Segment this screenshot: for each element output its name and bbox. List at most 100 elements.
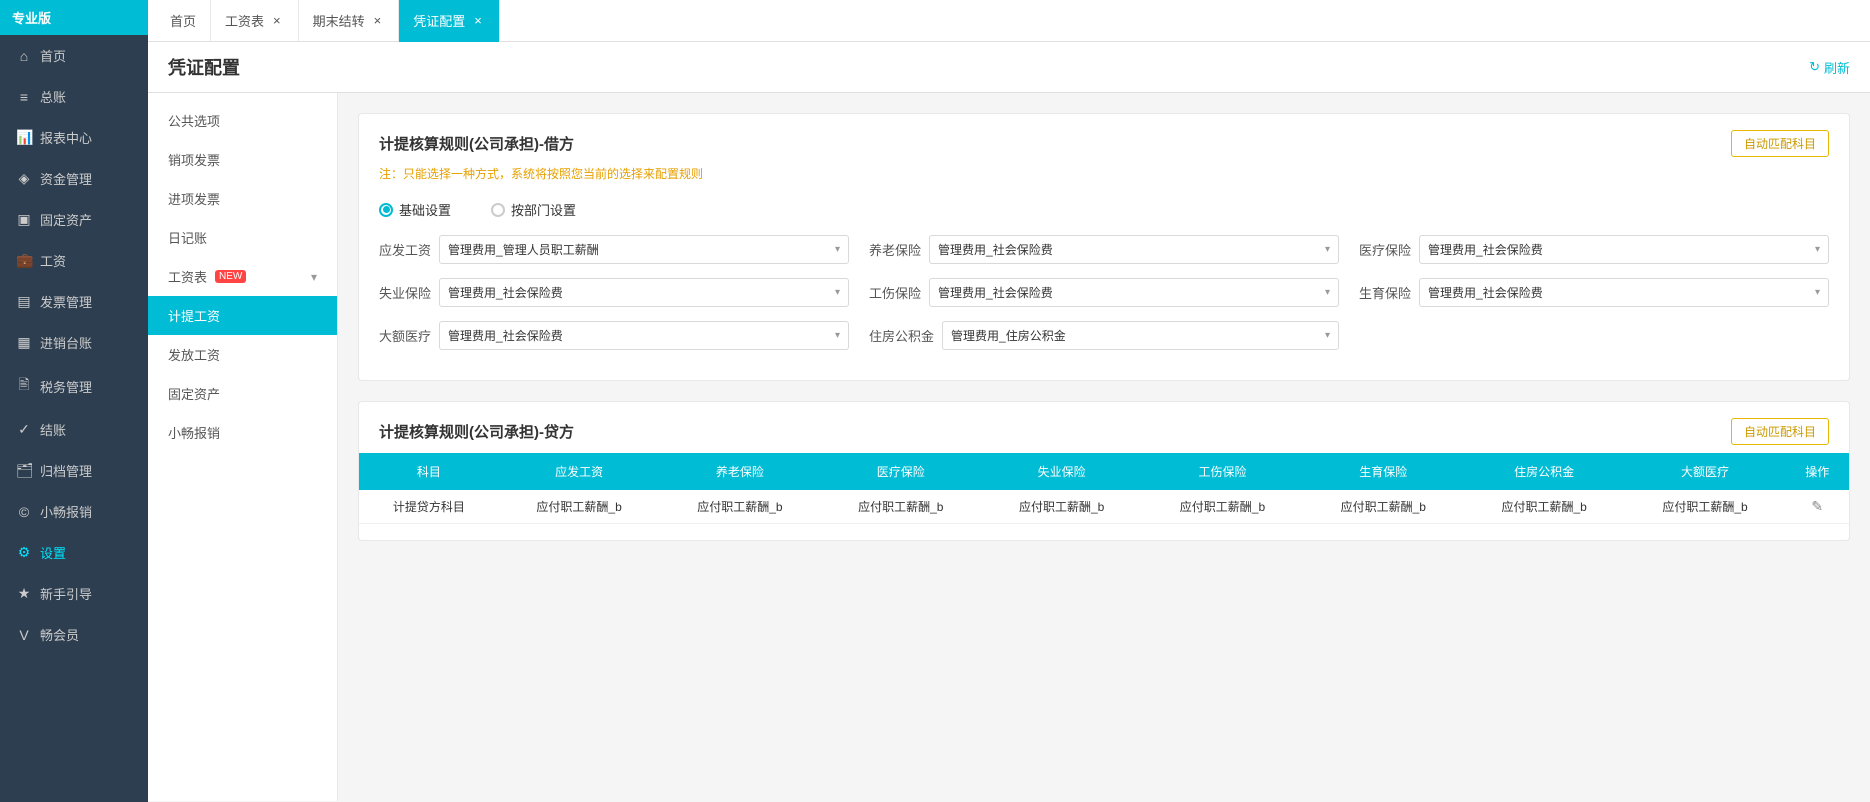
cell-medical: 应付职工薪酬_b [820, 490, 981, 524]
unemployment-select[interactable]: 管理费用_社会保险费 ▾ [439, 278, 849, 307]
sidebar-item-settings[interactable]: ⚙ 设置 [0, 532, 148, 573]
sidebar-item-label: 税务管理 [40, 377, 92, 396]
col-header-action: 操作 [1785, 453, 1849, 490]
unemployment-select-value: 管理费用_社会保险费 [448, 284, 563, 301]
tab-payroll[interactable]: 工资表 × [211, 0, 299, 42]
cell-subject: 计提贷方科目 [359, 490, 499, 524]
field-unemployment: 失业保险 管理费用_社会保险费 ▾ [379, 278, 849, 307]
medical-select-arrow: ▾ [1815, 244, 1820, 255]
sidebar-item-guide[interactable]: ★ 新手引导 [0, 573, 148, 614]
credit-table-wrapper: 科目 应发工资 养老保险 医疗保险 失业保险 工伤保险 生育保险 住房公积金 大… [359, 453, 1849, 540]
tab-voucher-close[interactable]: × [471, 12, 485, 29]
tab-voucher[interactable]: 凭证配置 × [399, 0, 500, 42]
sidebar-item-fixed[interactable]: ▣ 固定资产 [0, 199, 148, 240]
col-header-maternity: 生育保险 [1303, 453, 1464, 490]
salary-select-arrow: ▾ [835, 244, 840, 255]
sidebar-item-report[interactable]: 📊 报表中心 [0, 117, 148, 158]
sidebar-item-fund[interactable]: ◈ 资金管理 [0, 158, 148, 199]
housing-select[interactable]: 管理费用_住房公积金 ▾ [942, 321, 1339, 350]
sidebar-item-settle[interactable]: ✓ 结账 [0, 409, 148, 450]
sidebar-item-label: 首页 [40, 46, 66, 65]
col-header-unemployment: 失业保险 [981, 453, 1142, 490]
leftnav-calc-salary[interactable]: 计提工资 [148, 296, 337, 335]
cell-pension: 应付职工薪酬_b [660, 490, 821, 524]
tab-payroll-close[interactable]: × [270, 12, 284, 29]
radio-dept[interactable]: 按部门设置 [491, 200, 576, 219]
pension-select[interactable]: 管理费用_社会保险费 ▾ [929, 235, 1339, 264]
tab-home[interactable]: 首页 [156, 0, 211, 42]
debit-section-title: 计提核算规则(公司承担)-借方 [379, 133, 574, 154]
unemployment-label: 失业保险 [379, 283, 431, 302]
sidebar-item-home[interactable]: ⌂ 首页 [0, 35, 148, 76]
leftnav-fixed-assets[interactable]: 固定资产 [148, 374, 337, 413]
content-layout: 公共选项 销项发票 进项发票 日记账 工资表 NEW ▾ 计提工资 发放工资 [148, 93, 1870, 801]
sales-icon: ▦ [16, 334, 32, 351]
sidebar-item-invoice[interactable]: ▤ 发票管理 [0, 281, 148, 322]
radio-group: 基础设置 按部门设置 [359, 192, 1849, 235]
leftnav-journal-label: 日记账 [168, 228, 207, 247]
maternity-select[interactable]: 管理费用_社会保险费 ▾ [1419, 278, 1829, 307]
pension-select-arrow: ▾ [1325, 244, 1330, 255]
refresh-button[interactable]: ↻ 刷新 [1809, 58, 1850, 77]
edit-icon[interactable]: ✎ [1811, 498, 1823, 514]
sidebar-item-salary[interactable]: 💼 工资 [0, 240, 148, 281]
field-pension: 养老保险 管理费用_社会保险费 ▾ [869, 235, 1339, 264]
injury-select[interactable]: 管理费用_社会保险费 ▾ [929, 278, 1339, 307]
sidebar-item-label: 新手引导 [40, 584, 92, 603]
housing-select-value: 管理费用_住房公积金 [951, 327, 1066, 344]
unemployment-select-arrow: ▾ [835, 287, 840, 298]
cell-action[interactable]: ✎ [1785, 490, 1849, 524]
main-area: 首页 工资表 × 期末结转 × 凭证配置 × 凭证配置 ↻ 刷新 公共选项 [148, 0, 1870, 802]
cell-large-medical: 应付职工薪酬_b [1625, 490, 1786, 524]
col-header-housing: 住房公积金 [1464, 453, 1625, 490]
guide-icon: ★ [16, 585, 32, 602]
credit-auto-match-button[interactable]: 自动匹配科目 [1731, 418, 1829, 445]
radio-basic[interactable]: 基础设置 [379, 200, 451, 219]
sidebar-item-xiaochang[interactable]: © 小畅报销 [0, 491, 148, 532]
leftnav-public[interactable]: 公共选项 [148, 101, 337, 140]
leftnav-pay-salary[interactable]: 发放工资 [148, 335, 337, 374]
salary-select[interactable]: 管理费用_管理人员职工薪酬 ▾ [439, 235, 849, 264]
page-header: 凭证配置 ↻ 刷新 [148, 42, 1870, 93]
expand-icon: ▾ [311, 270, 317, 284]
leftnav-xiaochangreport[interactable]: 小畅报销 [148, 413, 337, 452]
debit-auto-match-button[interactable]: 自动匹配科目 [1731, 130, 1829, 157]
cell-housing: 应付职工薪酬_b [1464, 490, 1625, 524]
tab-period[interactable]: 期末结转 × [299, 0, 400, 42]
leftnav-purchase-invoice[interactable]: 进项发票 [148, 179, 337, 218]
field-salary: 应发工资 管理费用_管理人员职工薪酬 ▾ [379, 235, 849, 264]
sidebar-item-ledger[interactable]: ≡ 总账 [0, 76, 148, 117]
sidebar-item-sales[interactable]: ▦ 进销台账 [0, 322, 148, 363]
home-icon: ⌂ [16, 48, 32, 64]
large-medical-select-value: 管理费用_社会保险费 [448, 327, 563, 344]
large-medical-select[interactable]: 管理费用_社会保险费 ▾ [439, 321, 849, 350]
credit-table-head: 科目 应发工资 养老保险 医疗保险 失业保险 工伤保险 生育保险 住房公积金 大… [359, 453, 1849, 490]
sidebar-item-label: 结账 [40, 420, 66, 439]
new-badge: NEW [215, 270, 246, 283]
leftnav-pay-salary-label: 发放工资 [168, 345, 220, 364]
credit-section-title: 计提核算规则(公司承担)-贷方 [379, 421, 574, 442]
leftnav-sales-invoice[interactable]: 销项发票 [148, 140, 337, 179]
sidebar-item-vip[interactable]: V 畅会员 [0, 614, 148, 655]
settings-icon: ⚙ [16, 544, 32, 561]
salary-select-value: 管理费用_管理人员职工薪酬 [448, 241, 599, 258]
leftnav-purchase-invoice-label: 进项发票 [168, 189, 220, 208]
credit-table-header-row: 科目 应发工资 养老保险 医疗保险 失业保险 工伤保险 生育保险 住房公积金 大… [359, 453, 1849, 490]
cell-salary: 应付职工薪酬_b [499, 490, 660, 524]
leftnav-salary-table[interactable]: 工资表 NEW ▾ [148, 257, 337, 296]
col-header-salary: 应发工资 [499, 453, 660, 490]
medical-select[interactable]: 管理费用_社会保险费 ▾ [1419, 235, 1829, 264]
page-title: 凭证配置 [168, 54, 240, 80]
tab-home-label: 首页 [170, 11, 196, 30]
leftnav-fixed-assets-label: 固定资产 [168, 384, 220, 403]
salary-icon: 💼 [16, 252, 32, 269]
credit-table: 科目 应发工资 养老保险 医疗保险 失业保险 工伤保险 生育保险 住房公积金 大… [359, 453, 1849, 524]
sidebar-item-tax[interactable]: 🖹 税务管理 [0, 363, 148, 409]
large-medical-label: 大额医疗 [379, 326, 431, 345]
injury-label: 工伤保险 [869, 283, 921, 302]
col-header-pension: 养老保险 [660, 453, 821, 490]
leftnav-calc-salary-label: 计提工资 [168, 306, 220, 325]
tab-period-close[interactable]: × [371, 12, 385, 29]
leftnav-journal[interactable]: 日记账 [148, 218, 337, 257]
sidebar-item-archive[interactable]: 🗂 归档管理 [0, 450, 148, 491]
